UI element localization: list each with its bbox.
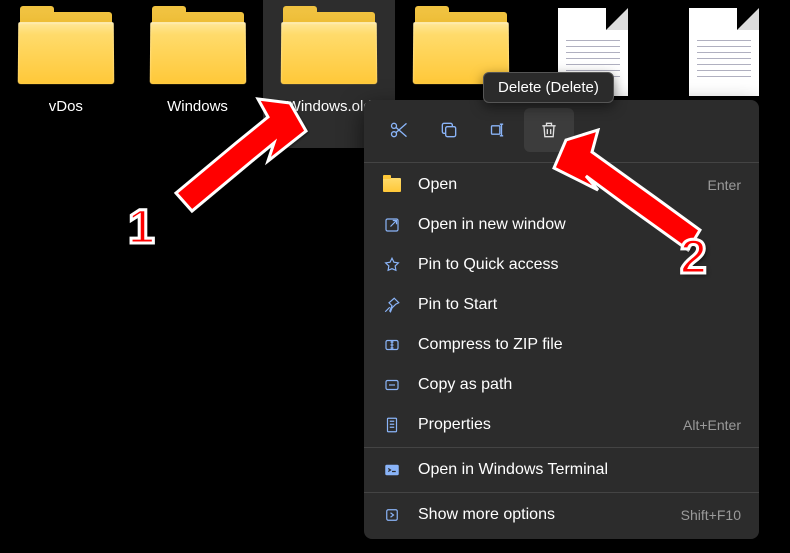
copy-path-icon <box>382 375 402 395</box>
annotation-badge-1: 1 <box>128 200 155 255</box>
folder-icon <box>18 6 114 84</box>
tooltip-delete: Delete (Delete) <box>483 72 614 103</box>
annotation-arrow-1 <box>140 95 310 215</box>
menu-shortcut: Alt+Enter <box>683 417 741 433</box>
external-icon <box>382 215 402 235</box>
folder-item-vdos[interactable]: vDos <box>0 0 132 148</box>
menu-label: Compress to ZIP file <box>418 336 741 354</box>
menu-open-terminal[interactable]: Open in Windows Terminal <box>364 450 759 490</box>
scissors-icon <box>389 120 409 140</box>
terminal-icon <box>382 460 402 480</box>
copy-button[interactable] <box>424 108 474 152</box>
star-icon <box>382 255 402 275</box>
folder-icon <box>281 6 377 84</box>
menu-label: Open in Windows Terminal <box>418 461 741 479</box>
item-label: vDos <box>49 98 83 115</box>
document-icon <box>689 8 759 96</box>
menu-show-more-options[interactable]: Show more options Shift+F10 <box>364 495 759 535</box>
copy-icon <box>439 120 459 140</box>
folder-open-icon <box>382 175 402 195</box>
menu-label: Copy as path <box>418 376 741 394</box>
cut-button[interactable] <box>374 108 424 152</box>
more-icon <box>382 505 402 525</box>
zip-icon <box>382 335 402 355</box>
menu-label: Properties <box>418 416 667 434</box>
menu-label: Show more options <box>418 506 665 524</box>
menu-properties[interactable]: Properties Alt+Enter <box>364 405 759 445</box>
separator <box>364 447 759 448</box>
menu-label: Pin to Start <box>418 296 741 314</box>
rename-button[interactable] <box>474 108 524 152</box>
properties-icon <box>382 415 402 435</box>
separator <box>364 492 759 493</box>
pin-icon <box>382 295 402 315</box>
folder-icon <box>150 6 246 84</box>
menu-shortcut: Shift+F10 <box>681 507 741 523</box>
annotation-badge-2: 2 <box>680 230 707 285</box>
menu-compress-zip[interactable]: Compress to ZIP file <box>364 325 759 365</box>
menu-pin-to-start[interactable]: Pin to Start <box>364 285 759 325</box>
menu-copy-as-path[interactable]: Copy as path <box>364 365 759 405</box>
rename-icon <box>489 120 509 140</box>
